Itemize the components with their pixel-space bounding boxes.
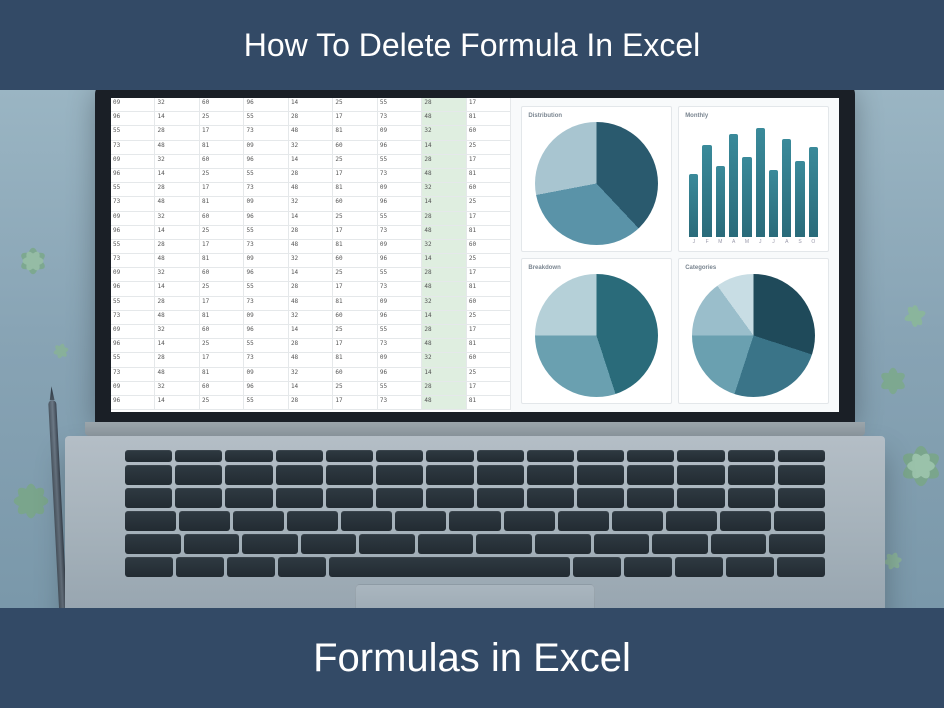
dashboard-panel: Distribution Monthly JFMAMJJASO Breakdow… [511, 98, 839, 412]
page-title: How To Delete Formula In Excel [244, 27, 700, 64]
succulent-decoration [48, 338, 73, 363]
laptop-screen: 0932609614255528179614255528177348815528… [111, 98, 839, 412]
succulent-decoration [898, 299, 932, 333]
chart-title: Monthly [685, 113, 822, 119]
succulent-decoration [8, 478, 54, 524]
laptop-deck [65, 436, 885, 608]
pie-chart-1: Distribution [521, 106, 672, 252]
laptop: 0932609614255528179614255528177348815528… [95, 90, 855, 608]
pie-chart-2: Breakdown [521, 258, 672, 404]
succulent-decoration [874, 362, 912, 400]
pie-chart-3: Categories [678, 258, 829, 404]
spreadsheet-panel: 0932609614255528179614255528177348815528… [111, 98, 511, 412]
chart-title: Breakdown [528, 265, 665, 271]
laptop-screen-frame: 0932609614255528179614255528177348815528… [95, 90, 855, 422]
bar-chart: Monthly JFMAMJJASO [678, 106, 829, 252]
chart-title: Distribution [528, 113, 665, 119]
footer-title: Formulas in Excel [313, 636, 631, 681]
keyboard [125, 450, 825, 577]
laptop-hinge [85, 422, 865, 436]
trackpad [355, 584, 595, 608]
succulent-decoration [14, 242, 52, 280]
header-banner: How To Delete Formula In Excel [0, 0, 944, 90]
hero-scene: 0932609614255528179614255528177348815528… [0, 90, 944, 608]
succulent-decoration [896, 441, 944, 491]
footer-banner: Formulas in Excel [0, 608, 944, 708]
chart-title: Categories [685, 265, 822, 271]
